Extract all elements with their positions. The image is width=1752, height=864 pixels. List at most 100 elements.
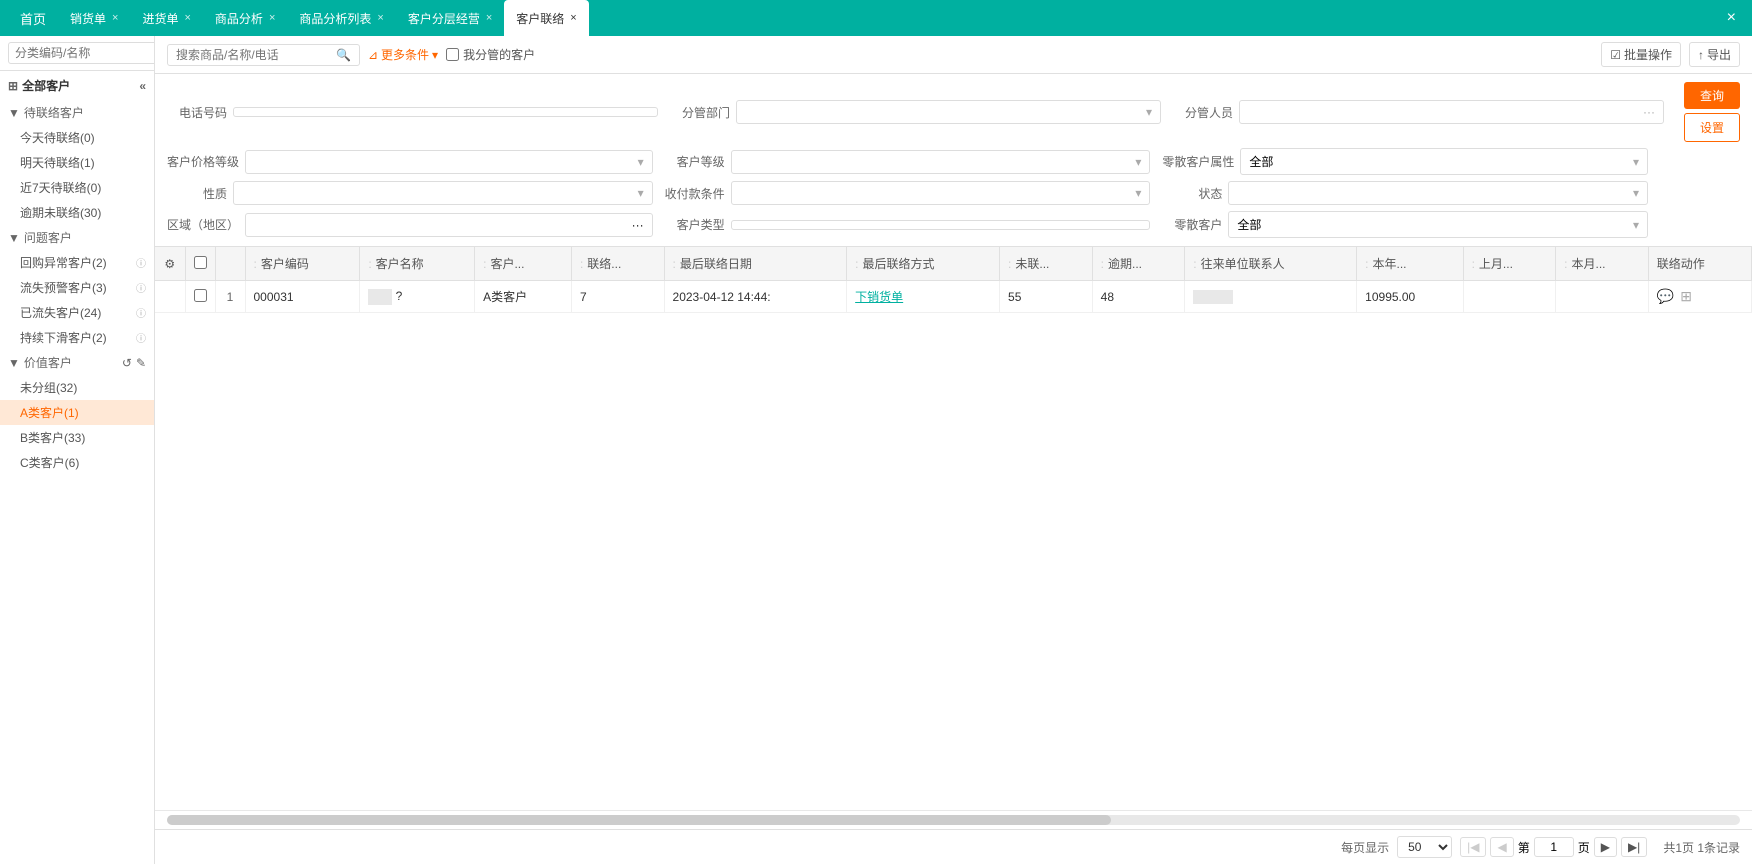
sidebar-item-7days-contact[interactable]: 近7天待联络(0) (0, 175, 154, 200)
col-header-check[interactable] (185, 247, 215, 281)
sidebar-search-input[interactable] (8, 42, 155, 64)
last-page-button[interactable]: ▶| (1621, 837, 1647, 857)
customer-type-control[interactable] (731, 220, 1151, 230)
status-control[interactable]: ▾ (1228, 181, 1648, 205)
row-last-method-cell[interactable]: 下销货单 (847, 281, 1000, 313)
customer-level-arrow: ▾ (1135, 155, 1141, 169)
sidebar-collapse-button[interactable]: « (139, 79, 146, 93)
sidebar-item-churned[interactable]: 已流失客户(24) ⓘ (0, 300, 154, 325)
sidebar-item-churn-warning[interactable]: 流失预警客户(3) ⓘ (0, 275, 154, 300)
next-page-button[interactable]: ▶ (1594, 837, 1617, 857)
payment-control[interactable]: ▾ (731, 181, 1151, 205)
filter-nature-field: 性质 ▾ (167, 181, 653, 205)
close-analysis-tab[interactable]: × (269, 12, 275, 24)
page-number-input[interactable] (1534, 837, 1574, 857)
refresh-icon[interactable]: ↺ (122, 356, 132, 370)
close-customer-contact-tab[interactable]: × (570, 12, 576, 24)
col-header-gear[interactable]: ⚙ (155, 247, 185, 281)
retail-attr-control[interactable]: 全部 ▾ (1240, 148, 1648, 175)
declining-label: 持续下滑客户(2) (20, 329, 107, 346)
nature-label: 性质 (167, 185, 227, 202)
select-all-checkbox[interactable] (194, 256, 207, 269)
close-analysis-list-tab[interactable]: × (377, 12, 383, 24)
row-last-month-cell (1463, 281, 1556, 313)
sidebar-item-unclassified[interactable]: 未分组(32) (0, 375, 154, 400)
retail-customer-control[interactable]: 全部 ▾ (1228, 211, 1648, 238)
manager-control[interactable]: ··· (1239, 100, 1664, 124)
row-overdue-cell: 48 (1092, 281, 1185, 313)
sidebar-item-tomorrow-contact[interactable]: 明天待联络(1) (0, 150, 154, 175)
nav-tab-customer-contact[interactable]: 客户联络 × (504, 0, 588, 36)
first-page-button[interactable]: |◀ (1460, 837, 1486, 857)
content-area: 🔍 ⊿ 更多条件 ▾ 我分管的客户 ☑ 批量操作 ↑ 导出 (155, 36, 1752, 864)
pending-group-label: 待联络客户 (24, 104, 84, 121)
nav-tab-analysis[interactable]: 商品分析 × (203, 0, 287, 36)
sidebar-pending-group[interactable]: ▼ 待联络客户 (0, 100, 154, 125)
price-level-control[interactable]: ▾ (245, 150, 653, 174)
query-button[interactable]: 查询 (1684, 82, 1740, 109)
page-size-select[interactable]: 50 100 (1397, 836, 1452, 858)
col-header-last-method: :最后联络方式 (847, 247, 1000, 281)
sidebar-item-repurchase-anomaly[interactable]: 回购异常客户(2) ⓘ (0, 250, 154, 275)
my-customers-checkbox[interactable] (446, 48, 459, 61)
my-customers-filter[interactable]: 我分管的客户 (446, 46, 535, 63)
scrollbar-thumb[interactable] (167, 815, 1111, 825)
sidebar-problem-group[interactable]: ▼ 问题客户 (0, 225, 154, 250)
problem-group-label: 问题客户 (24, 229, 72, 246)
status-label: 状态 (1162, 185, 1222, 202)
last-method-link[interactable]: 下销货单 (855, 290, 903, 304)
close-all-tabs-button[interactable]: × (1719, 9, 1744, 27)
sidebar-item-declining[interactable]: 持续下滑客户(2) ⓘ (0, 325, 154, 350)
export-button[interactable]: ↑ 导出 (1689, 42, 1740, 67)
settings-button[interactable]: 设置 (1684, 113, 1740, 142)
row-type-cell: A类客户 (475, 281, 572, 313)
row-check-cell[interactable] (185, 281, 215, 313)
row-action-cell: 💬 ⊞ (1648, 281, 1751, 313)
sidebar-value-group: ▼ 价值客户 ↺ ✎ (0, 350, 154, 375)
sidebar-item-overdue-contact[interactable]: 逾期未联络(30) (0, 200, 154, 225)
nav-home-tab[interactable]: 首页 (8, 9, 58, 28)
page-size-label: 每页显示 (1341, 839, 1389, 856)
sidebar-item-class-c[interactable]: C类客户(6) (0, 450, 154, 475)
nav-tab-sales[interactable]: 销货单 × (58, 0, 130, 36)
close-sales-tab[interactable]: × (112, 12, 118, 24)
close-purchase-tab[interactable]: × (184, 12, 190, 24)
class-c-label: C类客户(6) (20, 454, 79, 471)
dept-label: 分管部门 (670, 104, 730, 121)
nav-tab-purchase[interactable]: 进货单 × (130, 0, 202, 36)
more-filters-button[interactable]: ⊿ 更多条件 ▾ (368, 46, 438, 63)
main-search-input[interactable] (176, 48, 336, 62)
batch-label: 批量操作 (1624, 46, 1672, 63)
sidebar-item-class-b[interactable]: B类客户(33) (0, 425, 154, 450)
filter-row-4: 区域（地区） ··· 客户类型 零散客户 全部 ▾ (167, 211, 1740, 238)
sidebar-all-customers[interactable]: ⊞ 全部客户 « (0, 71, 154, 100)
filter-retail-customer-field: 零散客户 全部 ▾ (1162, 211, 1648, 238)
batch-operation-button[interactable]: ☑ 批量操作 (1601, 42, 1681, 67)
phone-control[interactable] (233, 107, 658, 117)
nav-tab-analysis-list[interactable]: 商品分析列表 × (287, 0, 395, 36)
value-group-arrow[interactable]: ▼ (8, 356, 20, 370)
customer-level-control[interactable]: ▾ (731, 150, 1151, 174)
region-control[interactable]: ··· (245, 213, 653, 237)
filter-region-field: 区域（地区） ··· (167, 213, 653, 237)
horizontal-scrollbar[interactable] (167, 815, 1740, 825)
grid-action-icon[interactable]: ⊞ (1680, 288, 1692, 305)
prev-page-button[interactable]: ◀ (1490, 837, 1513, 857)
unit-contact-mask (1193, 290, 1233, 304)
more-filters-label: 更多条件 (381, 46, 429, 63)
edit-icon[interactable]: ✎ (136, 356, 146, 370)
sidebar-item-class-a[interactable]: A类客户(1) (0, 400, 154, 425)
row-checkbox[interactable] (194, 289, 207, 302)
dept-control[interactable]: ▾ (736, 100, 1161, 124)
filter-bar: 🔍 ⊿ 更多条件 ▾ 我分管的客户 ☑ 批量操作 ↑ 导出 (155, 36, 1752, 74)
repurchase-anomaly-label: 回购异常客户(2) (20, 254, 107, 271)
filter-payment-field: 收付款条件 ▾ (665, 181, 1151, 205)
row-name-cell[interactable]: ? (360, 281, 475, 313)
nav-tab-customer-segment[interactable]: 客户分层经营 × (396, 0, 504, 36)
sidebar-item-today-contact[interactable]: 今天待联络(0) (0, 125, 154, 150)
nature-control[interactable]: ▾ (233, 181, 653, 205)
info-icon-4: ⓘ (136, 330, 146, 345)
main-search-icon[interactable]: 🔍 (336, 48, 351, 62)
close-customer-segment-tab[interactable]: × (486, 12, 492, 24)
chat-icon[interactable]: 💬 (1657, 288, 1674, 305)
